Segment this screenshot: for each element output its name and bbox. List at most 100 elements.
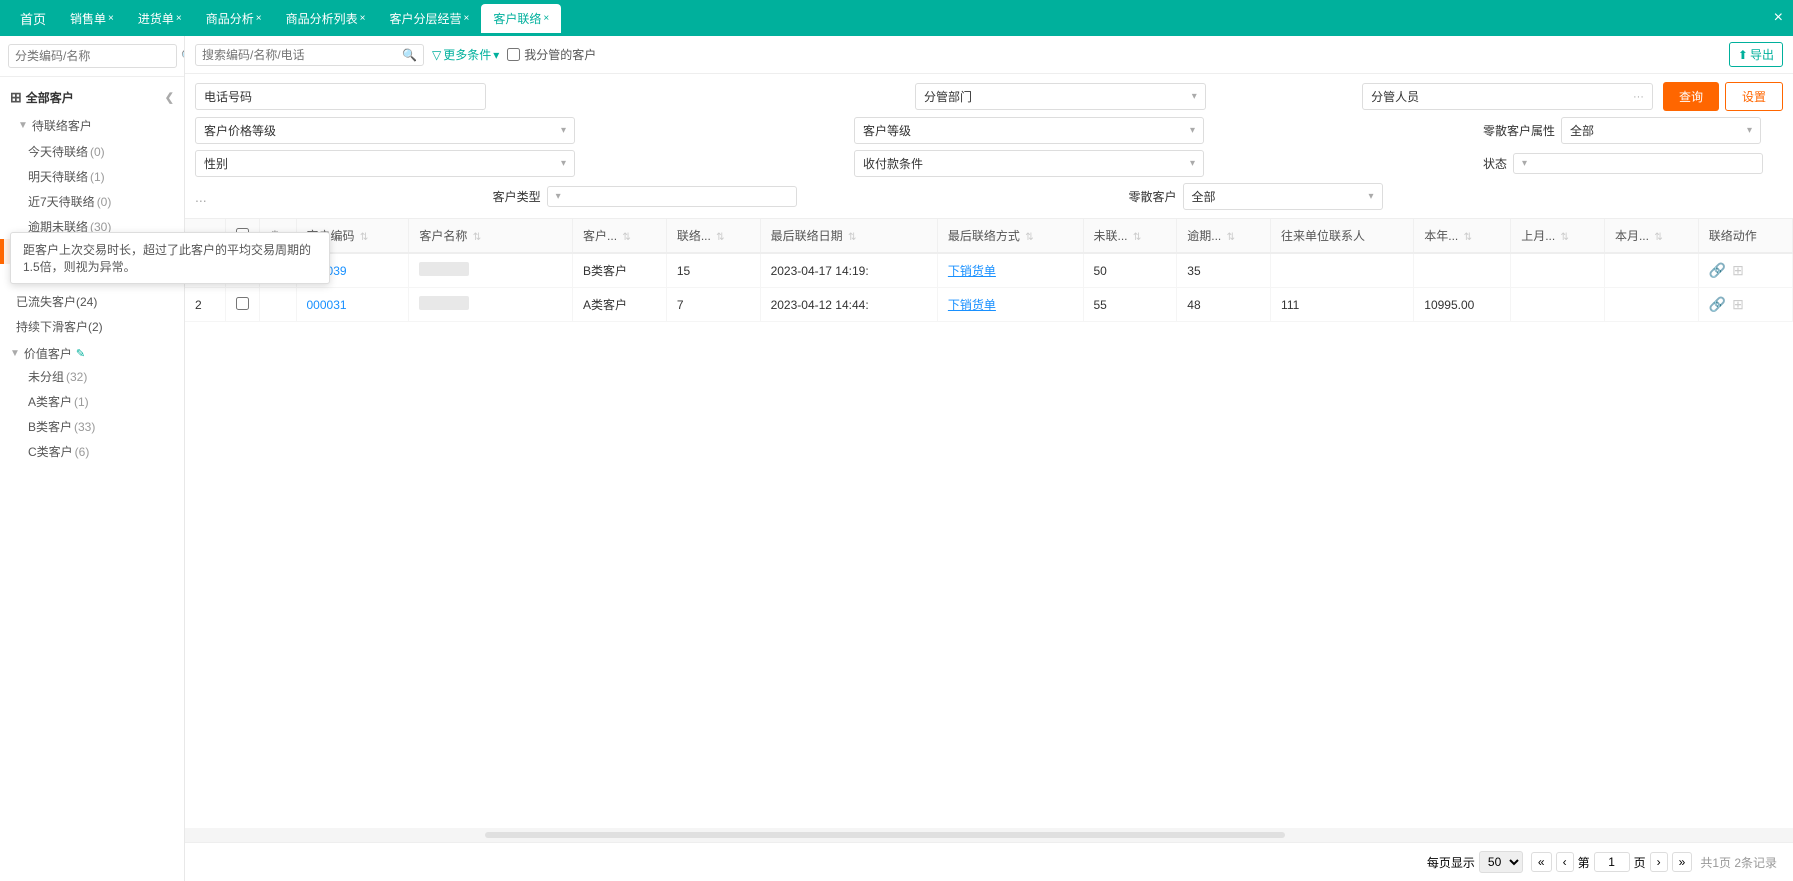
nav-home[interactable]: 首页	[8, 3, 58, 34]
window-close-button[interactable]: ×	[1774, 9, 1783, 27]
sort-icon-code[interactable]: ⇅	[360, 232, 368, 243]
nav-product-list-close[interactable]: ×	[360, 13, 366, 24]
row-checkbox-2[interactable]	[236, 297, 249, 310]
dept-field[interactable]: 分管部门 ▾	[915, 83, 1206, 110]
main-layout: 🔍 ⊞ 全部客户 ❮ ▼ 待联络客户 今天待联络 (0) 明天待联络 (1)	[0, 36, 1793, 881]
edit-icon[interactable]: ✎	[76, 347, 85, 360]
nav-customer-contact[interactable]: 客户联络 ×	[481, 4, 561, 33]
settings-button[interactable]: 设置	[1725, 82, 1783, 111]
collapse-icon[interactable]: ❮	[165, 91, 174, 104]
sidebar-today-waiting[interactable]: 今天待联络 (0)	[0, 139, 184, 164]
nav-sales-close[interactable]: ×	[108, 13, 114, 24]
col-actions: 联络动作	[1698, 219, 1792, 253]
sidebar-tree: ⊞ 全部客户 ❮ ▼ 待联络客户 今天待联络 (0) 明天待联络 (1) 近7天…	[0, 77, 184, 881]
prev-page-btn[interactable]: ‹	[1556, 852, 1574, 872]
sidebar-c-customers[interactable]: C类客户 (6)	[0, 439, 184, 464]
sidebar-unclassified[interactable]: 未分组 (32)	[0, 364, 184, 389]
more-dots[interactable]: ...	[195, 189, 207, 205]
grid-icon-2[interactable]: ⊞	[1732, 296, 1744, 313]
filter-bar-top: 🔍 ▽ 更多条件 ▾ 我分管的客户 ⬆ 导出	[185, 36, 1793, 74]
next-page-btn[interactable]: ›	[1650, 852, 1668, 872]
nav-contact-close[interactable]: ×	[543, 13, 549, 24]
nav-segment-close[interactable]: ×	[463, 13, 469, 24]
sort-icon-year[interactable]: ⇅	[1464, 232, 1472, 243]
anomaly-tooltip: 距客户上次交易时长，超过了此客户的平均交易周期的1.5倍，则视为异常。	[185, 232, 330, 284]
my-customer-checkbox[interactable]: 我分管的客户	[507, 46, 596, 63]
horizontal-scrollbar[interactable]	[185, 828, 1793, 842]
retail-customer-field[interactable]: 全部 ▾	[1183, 183, 1383, 210]
sort-icon-thismonth[interactable]: ⇅	[1654, 232, 1662, 243]
cell-last-method-2[interactable]: 下销货单	[937, 288, 1083, 322]
page-number-input[interactable]	[1594, 852, 1630, 872]
my-customer-check[interactable]	[507, 48, 520, 61]
nav-product-analysis-close[interactable]: ×	[256, 13, 262, 24]
gender-field[interactable]: 性别 ▾	[195, 150, 575, 177]
cell-last-method-1[interactable]: 下销货单	[937, 253, 1083, 288]
level-arrow: ▾	[1190, 125, 1195, 136]
sort-icon-contact[interactable]: ⇅	[716, 232, 724, 243]
nav-purchase-close[interactable]: ×	[176, 13, 182, 24]
more-conditions-btn[interactable]: ▽ 更多条件 ▾	[432, 46, 499, 63]
cell-name-2	[409, 288, 573, 322]
sort-icon-notcontact[interactable]: ⇅	[1133, 232, 1141, 243]
cell-thismonth-2	[1604, 288, 1698, 322]
page-navigation: « ‹ 第 页 › »	[1531, 852, 1692, 872]
sidebar-tomorrow-waiting[interactable]: 明天待联络 (1)	[0, 164, 184, 189]
retail-attr-arrow: ▾	[1747, 125, 1752, 136]
phone-field[interactable]: 电话号码	[195, 83, 486, 110]
sidebar-search-input[interactable]	[8, 44, 177, 68]
nav-product-analysis-list[interactable]: 商品分析列表 ×	[274, 4, 378, 33]
nav-purchase[interactable]: 进货单 ×	[126, 4, 194, 33]
customer-type-field[interactable]: ▾	[547, 186, 797, 207]
cell-code-2[interactable]: 000031	[296, 288, 409, 322]
data-table-area: ⚙ 客户编码 ⇅ 客户名称 ⇅ 客户... ⇅	[185, 219, 1793, 828]
search-icon[interactable]: 🔍	[402, 48, 417, 62]
sort-icon-type[interactable]: ⇅	[622, 232, 630, 243]
link-icon-2[interactable]: 🔗	[1709, 296, 1726, 313]
col-this-year: 本年... ⇅	[1414, 219, 1511, 253]
status-field[interactable]: ▾	[1513, 153, 1763, 174]
sidebar-waiting-section[interactable]: ▼ 待联络客户	[0, 112, 184, 139]
payment-field[interactable]: 收付款条件 ▾	[854, 150, 1204, 177]
search-input[interactable]	[202, 48, 402, 62]
dept-arrow: ▾	[1192, 91, 1197, 102]
sort-icon-name[interactable]: ⇅	[473, 232, 481, 243]
action-icons-2: 🔗 ⊞	[1709, 296, 1782, 313]
sort-icon-overdue[interactable]: ⇅	[1227, 232, 1235, 243]
last-page-btn[interactable]: »	[1672, 852, 1693, 872]
grid-icon-1[interactable]: ⊞	[1732, 262, 1744, 279]
sidebar-churned[interactable]: 已流失客户 (24)	[0, 289, 184, 314]
retail-attr-group: 零散客户属性 全部 ▾	[1483, 117, 1783, 144]
sidebar-all-customers[interactable]: ⊞ 全部客户 ❮	[0, 83, 184, 112]
sort-icon-lastmonth[interactable]: ⇅	[1561, 232, 1569, 243]
table-header-row: ⚙ 客户编码 ⇅ 客户名称 ⇅ 客户... ⇅	[185, 219, 1793, 253]
col-last-contact-date: 最后联络日期 ⇅	[760, 219, 937, 253]
manager-field[interactable]: 分管人员 ···	[1362, 83, 1653, 110]
retail-attr-field[interactable]: 全部 ▾	[1561, 117, 1761, 144]
per-page-control: 每页显示 50	[1427, 851, 1523, 873]
sidebar: 🔍 ⊞ 全部客户 ❮ ▼ 待联络客户 今天待联络 (0) 明天待联络 (1)	[0, 36, 185, 881]
sidebar-declining[interactable]: 持续下滑客户 (2)	[0, 314, 184, 339]
tri-icon: ▼	[10, 348, 20, 359]
retail-customer-label: 零散客户	[1128, 188, 1176, 205]
export-button[interactable]: ⬆ 导出	[1729, 42, 1783, 67]
sidebar-a-customers[interactable]: A类客户 (1)	[0, 389, 184, 414]
sidebar-b-customers[interactable]: B类客户 (33)	[0, 414, 184, 439]
nav-sales[interactable]: 销售单 ×	[58, 4, 126, 33]
nav-customer-segment[interactable]: 客户分层经营 ×	[377, 4, 481, 33]
link-icon-1[interactable]: 🔗	[1709, 262, 1726, 279]
scrollbar-track[interactable]	[485, 832, 1285, 838]
sidebar-value-section[interactable]: ▼ 价值客户 ✎	[0, 339, 184, 364]
sort-icon-method[interactable]: ⇅	[1025, 232, 1033, 243]
nav-product-analysis[interactable]: 商品分析 ×	[194, 4, 274, 33]
price-level-field[interactable]: 客户价格等级 ▾	[195, 117, 575, 144]
sidebar-7day-waiting[interactable]: 近7天待联络 (0)	[0, 189, 184, 214]
query-button[interactable]: 查询	[1663, 82, 1719, 111]
sort-icon-date[interactable]: ⇅	[848, 232, 856, 243]
customer-level-field[interactable]: 客户等级 ▾	[854, 117, 1204, 144]
filter-icon: ▽	[432, 48, 441, 62]
cell-no-2: 2	[185, 288, 225, 322]
payment-arrow: ▾	[1190, 158, 1195, 169]
per-page-select[interactable]: 50	[1479, 851, 1523, 873]
first-page-btn[interactable]: «	[1531, 852, 1552, 872]
